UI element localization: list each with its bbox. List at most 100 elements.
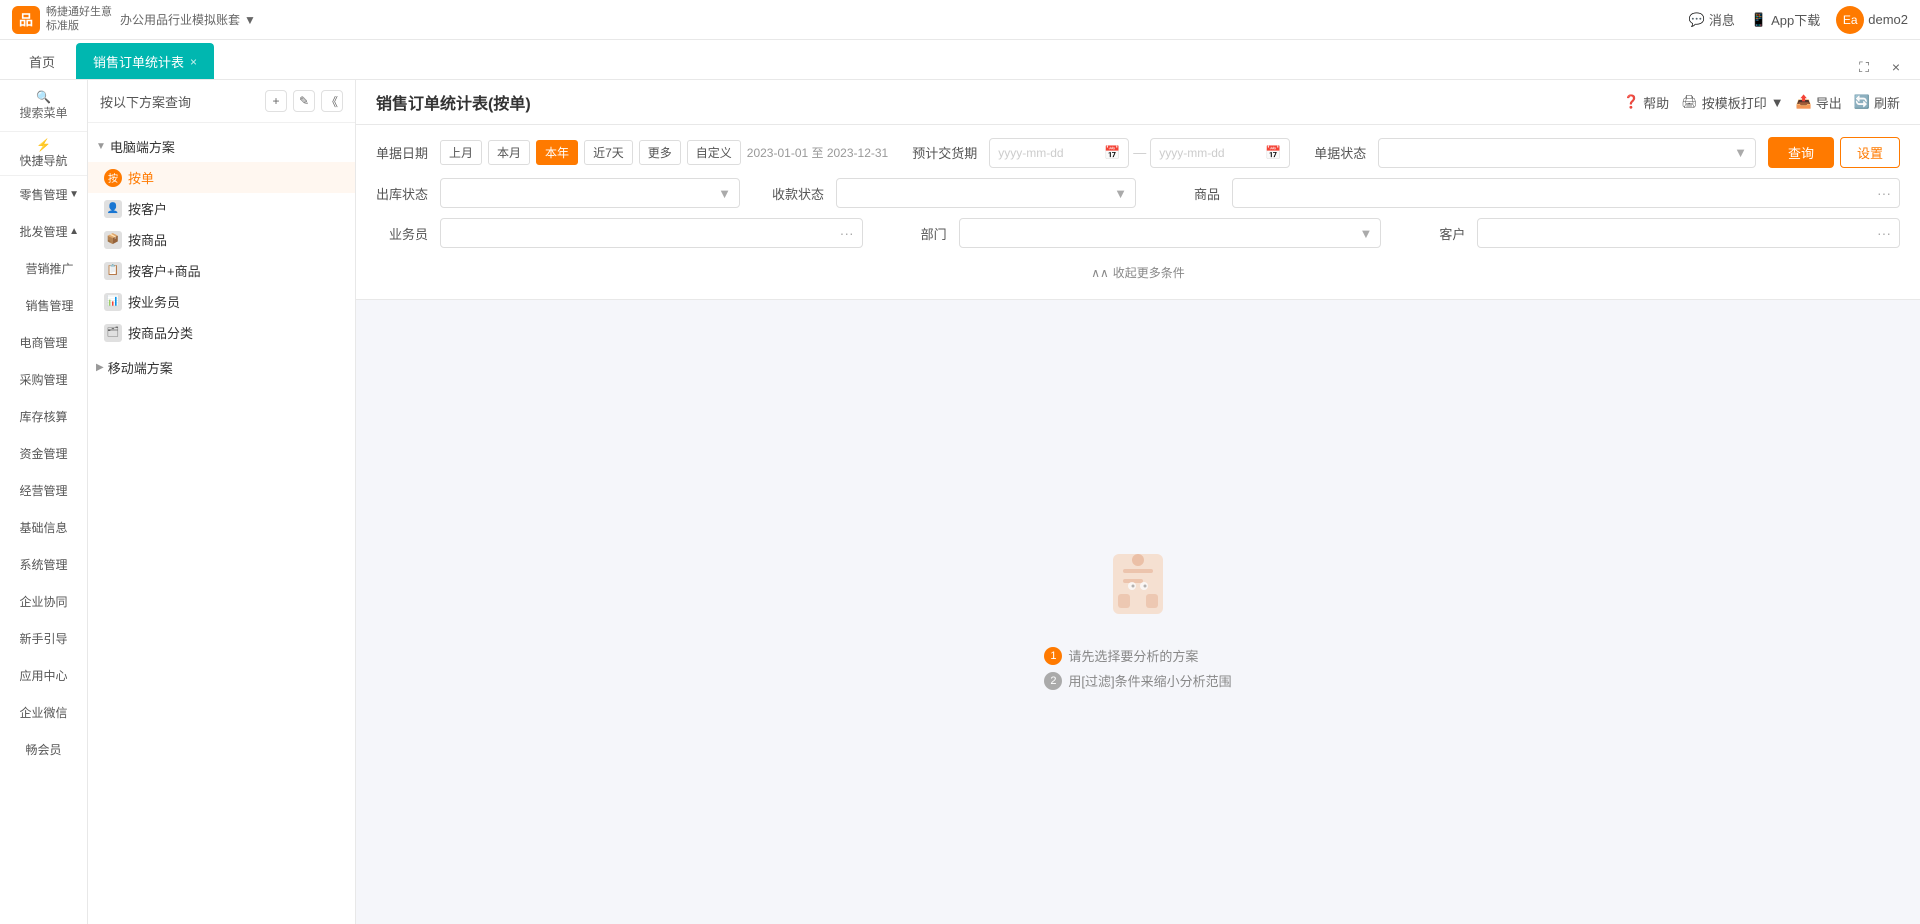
date-btn-this-year[interactable]: 本年 [536,140,578,165]
sidebar-item-inventory[interactable]: 库存核算 [0,398,87,435]
expected-date-label: 预计交货期 [912,143,977,162]
goods-select[interactable]: ··· [1232,178,1900,208]
edit-scheme-button[interactable]: ✎ [293,90,315,112]
sidebar-item-ecommerce[interactable]: 电商管理 [0,324,87,361]
left-panel-actions: + ✎ 《 [265,90,343,112]
collapse-filter-button[interactable]: ∧∧ 收起更多条件 [376,258,1900,287]
date-btn-last-month[interactable]: 上月 [440,140,482,165]
filter-row-1: 单据日期 上月 本月 本年 近7天 更多 自定义 2023-01-01 至 20… [376,137,1900,168]
status-select[interactable]: ▼ [1378,138,1756,168]
topbar: 品 畅捷通好生意 标准版 办公用品行业模拟账套 ▼ 💬 消息 📱 App下载 E… [0,0,1920,40]
print-icon: 🖨 [1681,94,1698,110]
status-select-arrow-icon: ▼ [1734,145,1747,160]
action-buttons: 查询 设置 [1768,137,1900,168]
customer-label: 客户 [1413,224,1465,243]
date-btn-custom[interactable]: 自定义 [687,140,741,165]
left-panel-header: 按以下方案查询 + ✎ 《 [88,80,355,123]
calendar-end-icon: 📅 [1265,145,1281,161]
tree-parent-pc[interactable]: ▼ 电脑端方案 [88,131,355,162]
page-actions: ❓ 帮助 🖨 按模板打印 ▼ 📤 导出 🔄 刷新 [1623,93,1900,112]
sidebar-nav-quicknav[interactable]: ⚡ 快捷导航 [0,132,87,176]
help-button[interactable]: ❓ 帮助 [1623,93,1669,112]
print-button[interactable]: 🖨 按模板打印 ▼ [1681,93,1783,112]
sidebar-item-marketing[interactable]: 营销推广 [0,250,87,287]
tab-maximize-button[interactable]: ⛶ [1852,55,1876,79]
payment-status-select[interactable]: ▼ [836,178,1136,208]
date-group: 上月 本月 本年 近7天 更多 自定义 2023-01-01 至 2023-12… [440,140,888,165]
goods-more-icon[interactable]: ··· [1877,185,1891,201]
left-panel-title: 按以下方案查询 [100,92,191,111]
sidebar-item-appcenter[interactable]: 应用中心 [0,657,87,694]
scheme-item-by-order[interactable]: 按 按单 [88,162,355,193]
topbar-right: 💬 消息 📱 App下载 Ea demo2 [1689,6,1908,34]
customer-select[interactable]: ··· [1477,218,1900,248]
empty-state: 1 请先选择要分析的方案 2 用[过滤]条件来缩小分析范围 [1044,534,1231,690]
user-menu[interactable]: Ea demo2 [1836,6,1908,34]
logo-icon: 品 [12,6,40,34]
date-btn-last-7days[interactable]: 近7天 [584,140,633,165]
settings-button[interactable]: 设置 [1840,137,1900,168]
date-btn-more[interactable]: 更多 [639,140,681,165]
logo-text: 畅捷通好生意 标准版 [46,6,112,32]
export-button[interactable]: 📤 导出 [1796,93,1842,112]
customer-more-icon[interactable]: ··· [1877,225,1891,241]
app-download-button[interactable]: 📱 App下载 [1751,10,1820,29]
content-area: 按以下方案查询 + ✎ 《 ▼ 电脑端方案 按 按单 [88,80,1920,924]
avatar: Ea [1836,6,1864,34]
sidebar-item-newuser[interactable]: 新手引导 [0,620,87,657]
sidebar-item-purchase[interactable]: 采购管理 [0,361,87,398]
query-button[interactable]: 查询 [1768,137,1834,168]
add-scheme-button[interactable]: + [265,90,287,112]
main-layout: 🔍 搜索菜单 ⚡ 快捷导航 零售管理 ▼ 批发管理 ▲ 营销推广 销售管理 电商… [0,80,1920,924]
date-btn-this-month[interactable]: 本月 [488,140,530,165]
date-range-text: 2023-01-01 至 2023-12-31 [747,144,888,161]
sidebar-item-system[interactable]: 系统管理 [0,546,87,583]
salesperson-more-icon[interactable]: ··· [840,225,854,241]
breadcrumb[interactable]: 办公用品行业模拟账套 ▼ [120,11,256,28]
sidebar-item-finance[interactable]: 资金管理 [0,435,87,472]
refresh-button[interactable]: 🔄 刷新 [1854,93,1900,112]
scheme-item-by-customer-goods[interactable]: 📋 按客户+商品 [88,255,355,286]
scheme-icon-by-customer-goods: 📋 [104,262,122,280]
scheme-icon-by-order: 按 [104,169,122,187]
sidebar-item-member[interactable]: 畅会员 [0,731,87,768]
department-arrow-icon: ▼ [1359,226,1372,241]
expected-date-end-input[interactable]: yyyy-mm-dd 📅 [1150,138,1290,168]
tree-parent-mobile[interactable]: ▶ 移动端方案 [88,352,355,383]
page-header: 销售订单统计表(按单) ❓ 帮助 🖨 按模板打印 ▼ 📤 导出 [356,80,1920,125]
collapse-panel-button[interactable]: 《 [321,90,343,112]
sidebar-item-wechat[interactable]: 企业微信 [0,694,87,731]
sidebar-search[interactable]: 🔍 搜索菜单 [0,80,87,132]
message-button[interactable]: 💬 消息 [1689,10,1735,29]
delivery-status-select[interactable]: ▼ [440,178,740,208]
sidebar-item-wholesale[interactable]: 批发管理 ▲ [0,213,87,250]
topbar-left: 品 畅捷通好生意 标准版 办公用品行业模拟账套 ▼ [12,6,256,34]
expected-date-start-input[interactable]: yyyy-mm-dd 📅 [989,138,1129,168]
empty-tip-2: 2 用[过滤]条件来缩小分析范围 [1044,671,1231,690]
department-select[interactable]: ▼ [959,218,1382,248]
scheme-item-by-category[interactable]: 🗂 按商品分类 [88,317,355,348]
scheme-item-by-customer[interactable]: 👤 按客户 [88,193,355,224]
sidebar-item-retail[interactable]: 零售管理 ▼ [0,176,87,213]
tab-close-icon[interactable]: × [190,55,197,69]
scheme-item-by-salesperson[interactable]: 📊 按业务员 [88,286,355,317]
tree-chevron-icon: ▼ [96,141,106,152]
scheme-icon-by-goods: 📦 [104,231,122,249]
sidebar-item-basics[interactable]: 基础信息 [0,509,87,546]
breadcrumb-arrow-icon: ▼ [244,13,256,27]
salesperson-select[interactable]: ··· [440,218,863,248]
scheme-icon-by-category: 🗂 [104,324,122,342]
chevron-down-icon: ▼ [69,189,79,200]
right-panel: 销售订单统计表(按单) ❓ 帮助 🖨 按模板打印 ▼ 📤 导出 [356,80,1920,924]
page-title: 销售订单统计表(按单) [376,90,531,114]
sidebar-item-sales[interactable]: 销售管理 [0,287,87,324]
search-icon: 🔍 [8,90,79,104]
scheme-item-by-goods[interactable]: 📦 按商品 [88,224,355,255]
sidebar-item-enterprise[interactable]: 企业协同 [0,583,87,620]
sidebar-item-management[interactable]: 经营管理 [0,472,87,509]
tab-home[interactable]: 首页 [12,43,72,79]
tab-sales-order[interactable]: 销售订单统计表 × [76,43,214,79]
tab-close-button[interactable]: × [1884,55,1908,79]
payment-status-arrow-icon: ▼ [1114,186,1127,201]
sidebar: 🔍 搜索菜单 ⚡ 快捷导航 零售管理 ▼ 批发管理 ▲ 营销推广 销售管理 电商… [0,80,88,924]
